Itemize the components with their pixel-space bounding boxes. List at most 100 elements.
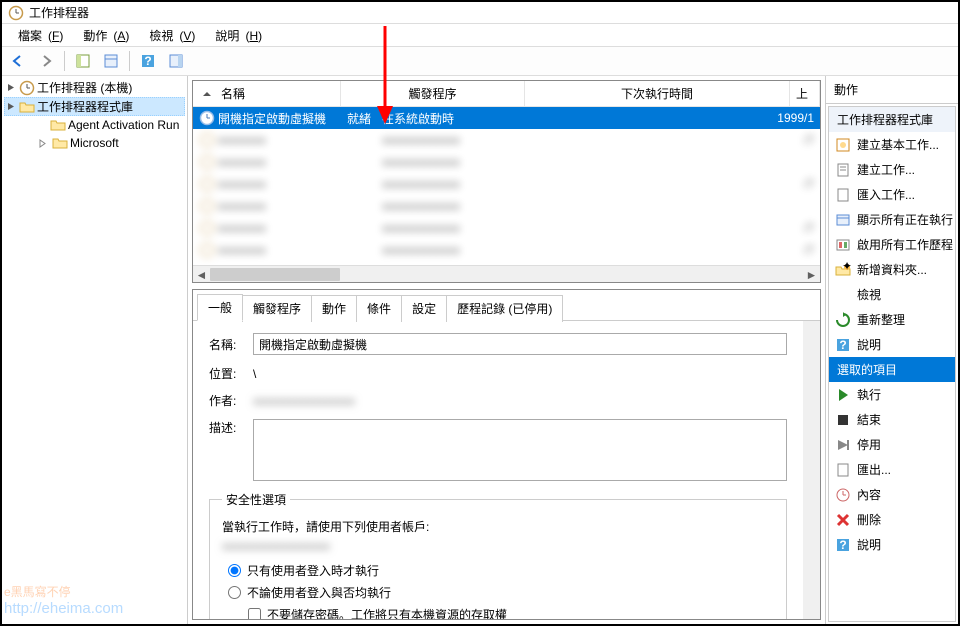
app-icon: [8, 5, 24, 21]
scroll-thumb[interactable]: [210, 268, 340, 281]
security-options: 安全性選項 當執行工作時，請使用下列使用者帳戶: xxxxxxxxxxxxxxx…: [209, 491, 787, 619]
task-row[interactable]: 開機指定啟動虛擬機 就緒 在系統啟動時 1999/1: [193, 107, 820, 129]
tab-general[interactable]: 一般: [197, 294, 243, 321]
tab-history[interactable]: 歷程記錄 (已停用): [446, 295, 563, 322]
title-bar: 工作排程器: [2, 2, 958, 24]
menu-file[interactable]: 檔案(F): [6, 25, 69, 46]
location-value: \: [253, 367, 256, 381]
action-stop[interactable]: 結束: [829, 407, 955, 432]
show-hide-tree-button[interactable]: [71, 49, 95, 73]
horizontal-scrollbar[interactable]: ◄ ►: [193, 265, 820, 282]
menu-action[interactable]: 動作(A): [71, 25, 135, 46]
properties-button[interactable]: [99, 49, 123, 73]
toolbar-divider: [64, 51, 65, 71]
action-export[interactable]: 匯出...: [829, 457, 955, 482]
task-row[interactable]: xxxxxxxxxxxxxxxxxxxxx/7: [193, 217, 820, 239]
help-icon: ?: [835, 537, 851, 553]
action-label: 說明: [857, 336, 881, 353]
scroll-right-icon[interactable]: ►: [803, 266, 820, 283]
action-none[interactable]: 檢視: [829, 282, 955, 307]
refresh-icon: [835, 312, 851, 328]
action-help[interactable]: ? 說明: [829, 332, 955, 357]
props-icon: [835, 487, 851, 503]
expander-icon[interactable]: [37, 138, 48, 149]
action-create[interactable]: 建立工作...: [829, 157, 955, 182]
col-next[interactable]: 下次執行時間: [525, 81, 790, 106]
action-label: 說明: [857, 536, 881, 553]
expander-icon[interactable]: [6, 82, 17, 93]
tab-actions[interactable]: 動作: [311, 295, 357, 322]
actions-header: 動作: [826, 76, 958, 104]
desc-field[interactable]: [253, 419, 787, 481]
col-last[interactable]: 上: [790, 81, 820, 106]
tree-root-label: 工作排程器 (本機): [37, 79, 132, 96]
tab-settings[interactable]: 設定: [401, 295, 447, 322]
action-label: 結束: [857, 411, 881, 428]
action-label: 新增資料夾...: [857, 261, 927, 278]
col-name[interactable]: 名稱: [193, 81, 341, 106]
navigation-tree[interactable]: 工作排程器 (本機) 工作排程器程式庫 Agent Activation Run…: [2, 76, 188, 624]
svg-text:?: ?: [839, 538, 846, 552]
radio-any[interactable]: [228, 586, 241, 599]
tree-library[interactable]: 工作排程器程式庫: [4, 97, 185, 116]
tree-agent-label: Agent Activation Run: [68, 118, 179, 132]
menu-view[interactable]: 檢視(V): [137, 25, 201, 46]
action-import[interactable]: 匯入工作...: [829, 182, 955, 207]
column-headers: 名稱 觸發程序 下次執行時間 上: [193, 81, 820, 107]
back-button[interactable]: [6, 49, 30, 73]
toggle-actions-button[interactable]: [164, 49, 188, 73]
action-enablehist[interactable]: 啟用所有工作歷程: [829, 232, 955, 257]
action-play[interactable]: 執行: [829, 382, 955, 407]
action-help[interactable]: ? 說明: [829, 532, 955, 557]
vertical-scroll-thumb[interactable]: [805, 321, 818, 401]
action-disable[interactable]: 停用: [829, 432, 955, 457]
action-label: 匯出...: [857, 461, 891, 478]
toolbar-divider: [129, 51, 130, 71]
tree-agent[interactable]: Agent Activation Run: [4, 116, 185, 134]
task-row[interactable]: xxxxxxxxxxxxxxxxxxxxx: [193, 151, 820, 173]
task-row[interactable]: xxxxxxxxxxxxxxxxxxxxx/7: [193, 239, 820, 261]
task-detail: 一般 觸發程序 動作 條件 設定 歷程記錄 (已停用) 名稱: 位置: \: [192, 289, 821, 620]
menu-help[interactable]: 說明(H): [203, 25, 268, 46]
col-trigger[interactable]: 觸發程序: [341, 81, 525, 106]
action-label: 刪除: [857, 511, 881, 528]
play-icon: [835, 387, 851, 403]
radio-logged-on[interactable]: [228, 564, 241, 577]
menu-bar: 檔案(F) 動作(A) 檢視(V) 說明(H): [2, 24, 958, 46]
action-refresh[interactable]: 重新整理: [829, 307, 955, 332]
folder-icon: [19, 99, 35, 115]
task-trigger: 在系統啟動時: [382, 112, 454, 126]
task-row[interactable]: xxxxxxxxxxxxxxxxxxxxx/7: [193, 173, 820, 195]
desc-label: 描述:: [209, 419, 245, 436]
forward-button[interactable]: [34, 49, 58, 73]
task-list[interactable]: 名稱 觸發程序 下次執行時間 上 開機指定啟動虛擬機 就緒 在系統啟動時 199…: [192, 80, 821, 283]
folder-icon: [50, 117, 66, 133]
scroll-left-icon[interactable]: ◄: [193, 266, 210, 283]
action-showall[interactable]: 顯示所有正在執行: [829, 207, 955, 232]
svg-text:?: ?: [144, 54, 151, 68]
toolbar: ?: [2, 46, 958, 76]
create-icon: [835, 162, 851, 178]
action-wizard[interactable]: 建立基本工作...: [829, 132, 955, 157]
task-next: 1999/1: [777, 111, 814, 125]
task-row[interactable]: xxxxxxxxxxxxxxxxxxxxx/7: [193, 129, 820, 151]
action-newfolder[interactable]: ✦新增資料夾...: [829, 257, 955, 282]
tab-panel-general: 名稱: 位置: \ 作者: xxxxxxxxxxxxxxxxx 描述: 安全性選…: [193, 321, 820, 619]
help-button[interactable]: ?: [136, 49, 160, 73]
security-account: xxxxxxxxxxxxxxxxxx: [222, 539, 330, 553]
help-icon: ?: [835, 337, 851, 353]
tree-root[interactable]: 工作排程器 (本機): [4, 78, 185, 97]
check-nopassword[interactable]: [248, 608, 261, 619]
expander-icon[interactable]: [6, 101, 17, 112]
tree-microsoft[interactable]: Microsoft: [4, 134, 185, 152]
action-label: 停用: [857, 436, 881, 453]
action-label: 建立基本工作...: [857, 136, 939, 153]
action-props[interactable]: 內容: [829, 482, 955, 507]
action-delete[interactable]: 刪除: [829, 507, 955, 532]
task-row[interactable]: xxxxxxxxxxxxxxxxxxxxx: [193, 195, 820, 217]
folder-icon: [52, 135, 68, 151]
enablehist-icon: [835, 237, 851, 253]
name-field[interactable]: [253, 333, 787, 355]
tab-conditions[interactable]: 條件: [356, 295, 402, 322]
tab-triggers[interactable]: 觸發程序: [242, 295, 312, 322]
